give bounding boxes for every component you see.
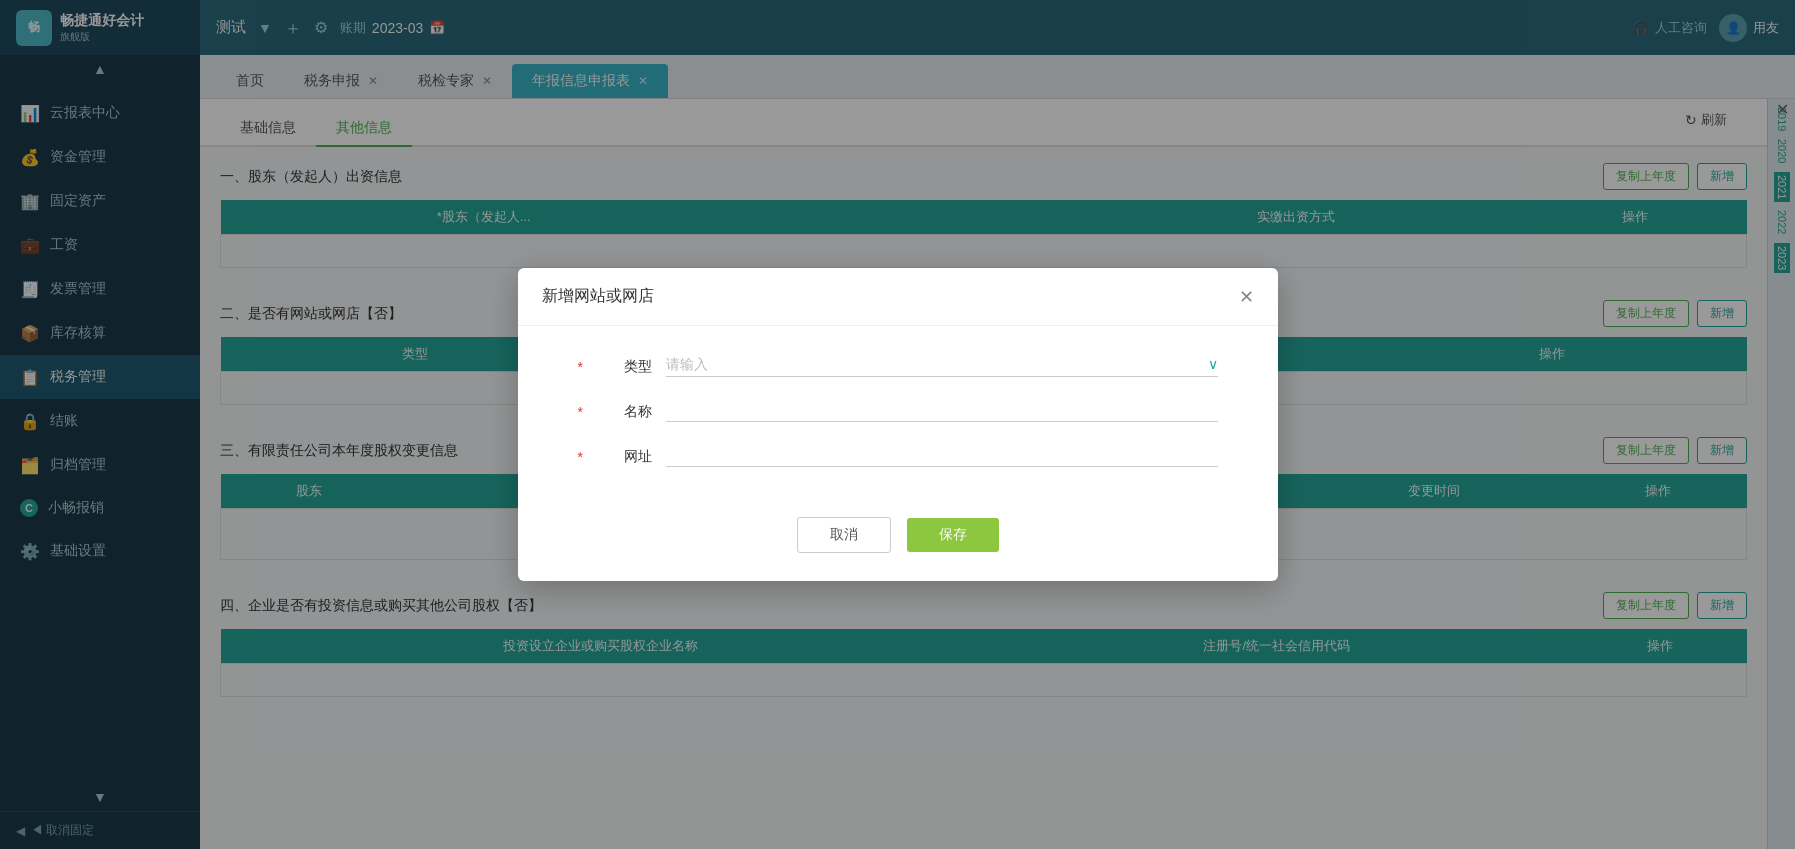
cancel-button[interactable]: 取消 (797, 517, 891, 553)
dialog-title: 新增网站或网店 (542, 286, 654, 307)
name-input-wrap (666, 401, 1218, 422)
url-input-wrap (666, 446, 1218, 467)
name-input[interactable] (666, 401, 1218, 417)
save-button[interactable]: 保存 (907, 518, 999, 552)
type-dropdown-icon[interactable]: ∨ (1208, 356, 1218, 372)
dialog-close-button[interactable]: ✕ (1239, 288, 1254, 306)
url-input[interactable] (666, 446, 1218, 462)
dialog-overlay: 新增网站或网店 ✕ * 类型 ∨ * 名称 (0, 0, 1795, 849)
type-input-wrap: ∨ (666, 356, 1218, 377)
dialog-body: * 类型 ∨ * 名称 * 网址 (518, 326, 1278, 497)
form-row-url: * 网址 (578, 446, 1218, 467)
type-required-mark: * (578, 359, 618, 375)
add-website-dialog: 新增网站或网店 ✕ * 类型 ∨ * 名称 (518, 268, 1278, 581)
name-label: 名称 (624, 403, 654, 421)
form-row-name: * 名称 (578, 401, 1218, 422)
type-input[interactable] (666, 356, 1202, 372)
form-row-type: * 类型 ∨ (578, 356, 1218, 377)
type-label: 类型 (624, 358, 654, 376)
dialog-footer: 取消 保存 (518, 497, 1278, 581)
url-required-mark: * (578, 449, 618, 465)
name-required-mark: * (578, 404, 618, 420)
url-label: 网址 (624, 448, 654, 466)
dialog-header: 新增网站或网店 ✕ (518, 268, 1278, 326)
